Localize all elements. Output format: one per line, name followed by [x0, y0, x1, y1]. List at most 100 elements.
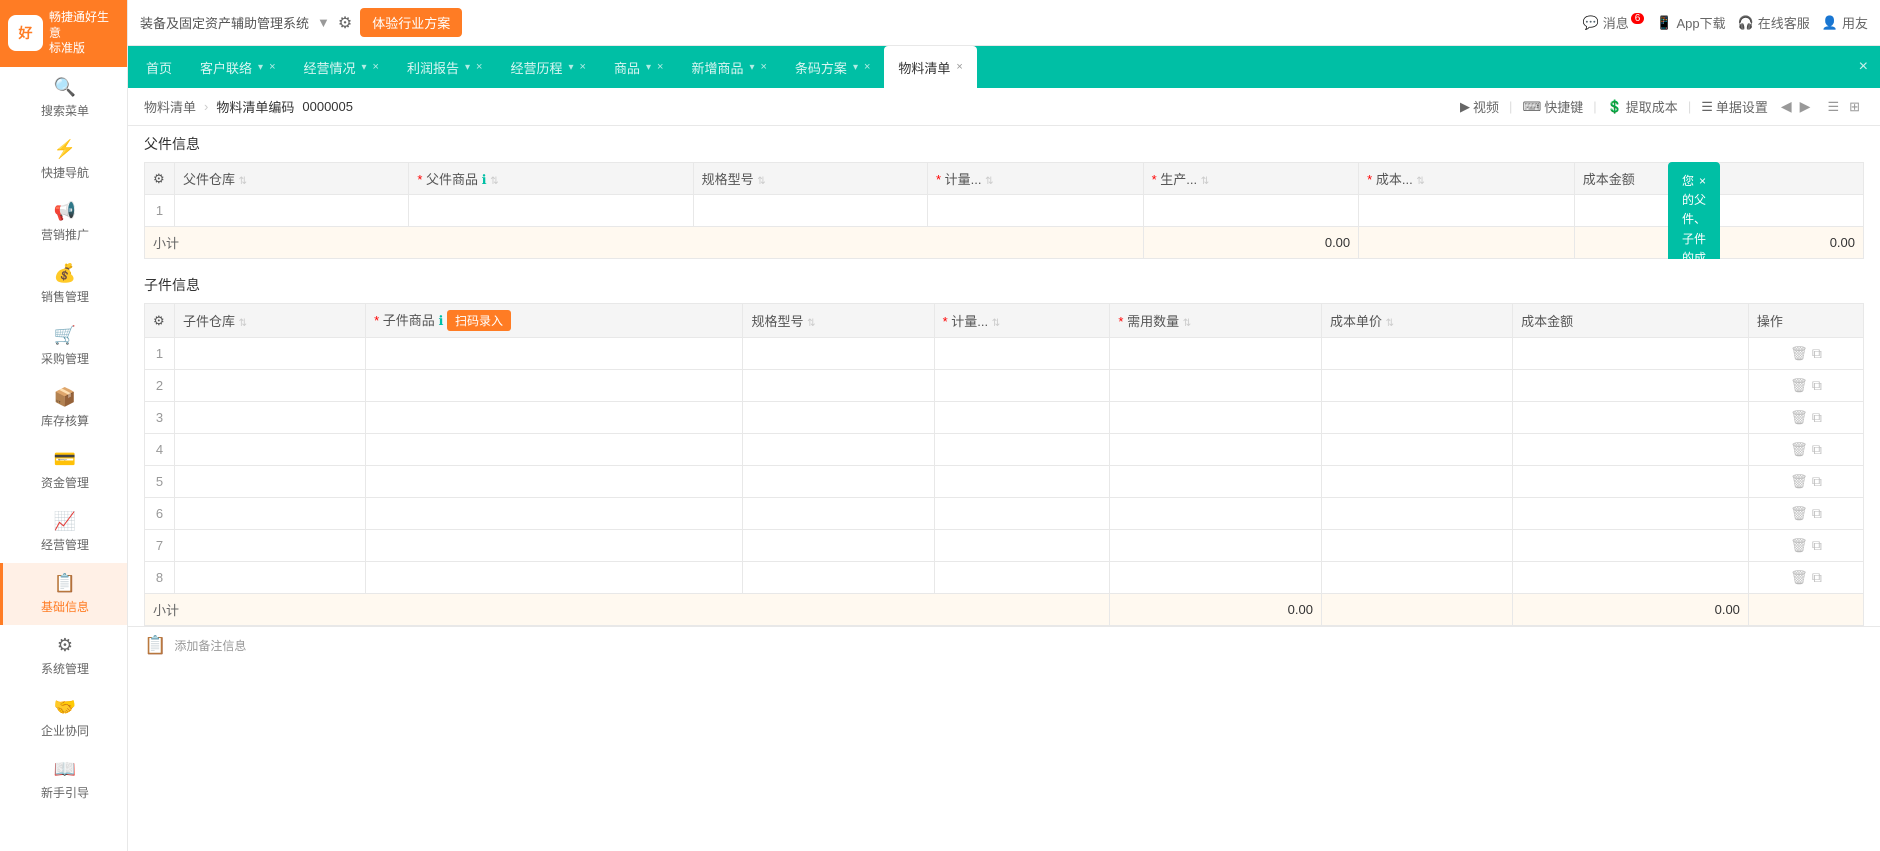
child-cost-amount-cell-2[interactable] — [1513, 370, 1749, 402]
child-subtotal-cost: 0.00 — [1513, 594, 1749, 626]
child-spec-cell-2[interactable] — [743, 370, 934, 402]
close-all-tabs-button[interactable]: × — [1851, 58, 1876, 76]
sidebar-item-purchase[interactable]: 🛒 采购管理 — [0, 315, 127, 377]
view-action[interactable]: ▶ 视频 — [1460, 97, 1499, 116]
copy-icon[interactable]: ⧉ — [1812, 345, 1822, 362]
tab-customer[interactable]: 客户联络 ▾ × — [186, 46, 289, 88]
copy-icon[interactable]: ⧉ — [1812, 377, 1822, 394]
tab-operation[interactable]: 经营情况 ▾ × — [290, 46, 393, 88]
sidebar-item-basic-info[interactable]: 📋 基础信息 — [0, 563, 127, 625]
delete-icon[interactable]: 🗑 — [1790, 441, 1808, 458]
single-setting-action[interactable]: ☰ 单据设置 — [1701, 97, 1768, 116]
sidebar-item-operation[interactable]: 📈 经营管理 — [0, 501, 127, 563]
app-download-button[interactable]: 📱 App下载 — [1656, 13, 1725, 32]
child-warehouse-cell-2[interactable] — [175, 370, 366, 402]
message-button[interactable]: 💬 消息 6 — [1583, 13, 1645, 32]
user-button[interactable]: 👤 用友 — [1822, 13, 1868, 32]
child-col-cost-unit: 成本单价 ⇅ — [1321, 304, 1512, 338]
sidebar-item-quick-nav[interactable]: ⚡ 快捷导航 — [0, 129, 127, 191]
parent-subtotal-unit: 0.00 — [1143, 227, 1359, 259]
child-spec-cell-1[interactable] — [743, 338, 934, 370]
sidebar-item-inventory[interactable]: 📦 库存核算 — [0, 377, 127, 439]
tooltip-close-button[interactable]: × — [1699, 172, 1706, 191]
sidebar-item-finance[interactable]: 💳 资金管理 — [0, 439, 127, 501]
content-area: 物料清单 › 物料清单编码 0000005 ▶ 视频 | ⌨ 快捷键 | 💲 提… — [128, 88, 1880, 851]
copy-icon[interactable]: ⧉ — [1812, 409, 1822, 426]
dropdown-icon: ▾ — [465, 62, 470, 73]
parent-spec-cell[interactable] — [693, 195, 927, 227]
parent-cost-cell[interactable] — [1359, 195, 1575, 227]
child-unit-cell-1[interactable] — [934, 338, 1110, 370]
child-qty-cell-1[interactable] — [1110, 338, 1322, 370]
tab-barcode[interactable]: 条码方案 ▾ × — [781, 46, 884, 88]
tab-new-goods[interactable]: 新增商品 ▾ × — [677, 46, 780, 88]
child-col-cost-amount: 成本金额 — [1513, 304, 1749, 338]
delete-icon[interactable]: 🗑 — [1790, 345, 1808, 362]
tab-goods[interactable]: 商品 ▾ × — [600, 46, 677, 88]
breadcrumb-bom[interactable]: 物料清单 — [144, 97, 196, 116]
sys-dropdown-icon[interactable]: ▼ — [317, 15, 330, 30]
parent-warehouse-cell[interactable] — [175, 195, 409, 227]
tab-bom[interactable]: 物料清单 × — [884, 46, 976, 88]
child-cost-unit-cell-2[interactable] — [1321, 370, 1512, 402]
sidebar-item-sales[interactable]: 💰 销售管理 — [0, 253, 127, 315]
delete-icon[interactable]: 🗑 — [1790, 473, 1808, 490]
online-service-button[interactable]: 🎧 在线客服 — [1738, 13, 1810, 32]
logo[interactable]: 好 畅捷通好生意 标准版 — [0, 0, 127, 67]
sidebar-item-enterprise[interactable]: 🤝 企业协同 — [0, 687, 127, 749]
child-col-settings[interactable]: ⚙ — [145, 304, 175, 338]
copy-icon[interactable]: ⧉ — [1812, 441, 1822, 458]
child-warehouse-cell-1[interactable] — [175, 338, 366, 370]
child-goods-cell-1[interactable] — [366, 338, 743, 370]
copy-icon[interactable]: ⧉ — [1812, 569, 1822, 586]
parent-unit-cell[interactable] — [927, 195, 1143, 227]
tab-profit[interactable]: 利润报告 ▾ × — [393, 46, 496, 88]
delete-icon[interactable]: 🗑 — [1790, 377, 1808, 394]
copy-icon[interactable]: ⧉ — [1812, 537, 1822, 554]
sidebar-item-marketing[interactable]: 📢 营销推广 — [0, 191, 127, 253]
dropdown-icon: ▾ — [258, 62, 263, 73]
child-qty-cell-2[interactable] — [1110, 370, 1322, 402]
goods-info-icon[interactable]: ℹ — [482, 172, 487, 187]
sidebar-item-guide[interactable]: 📖 新手引导 — [0, 749, 127, 811]
copy-icon[interactable]: ⧉ — [1812, 473, 1822, 490]
delete-icon[interactable]: 🗑 — [1790, 569, 1808, 586]
copy-icon[interactable]: ⧉ — [1812, 505, 1822, 522]
shortcut-action[interactable]: ⌨ 快捷键 — [1522, 97, 1583, 116]
delete-icon[interactable]: 🗑 — [1790, 537, 1808, 554]
parent-goods-cell[interactable] — [409, 195, 693, 227]
child-goods-info-icon[interactable]: ℹ — [438, 313, 443, 328]
delete-icon[interactable]: 🗑 — [1790, 505, 1808, 522]
close-icon[interactable]: × — [657, 61, 663, 73]
list-view-button[interactable]: ☰ — [1823, 97, 1843, 117]
child-cost-unit-cell-1[interactable] — [1321, 338, 1512, 370]
close-icon[interactable]: × — [760, 61, 766, 73]
parent-col-cost: * 成本... ⇅ — [1359, 163, 1575, 195]
scan-button[interactable]: 扫码录入 — [447, 310, 511, 331]
grid-view-button[interactable]: ⊞ — [1845, 97, 1864, 117]
close-icon[interactable]: × — [269, 61, 275, 73]
close-icon[interactable]: × — [580, 61, 586, 73]
child-goods-cell-2[interactable] — [366, 370, 743, 402]
parent-production-cell[interactable] — [1143, 195, 1359, 227]
close-icon[interactable]: × — [373, 61, 379, 73]
sidebar-item-system[interactable]: ⚙ 系统管理 — [0, 625, 127, 687]
tab-history[interactable]: 经营历程 ▾ × — [496, 46, 599, 88]
tab-home[interactable]: 首页 — [132, 46, 186, 88]
close-icon[interactable]: × — [476, 61, 482, 73]
child-unit-cell-2[interactable] — [934, 370, 1110, 402]
next-arrow-button[interactable]: ▶ — [1797, 96, 1814, 117]
child-cost-amount-cell-1[interactable] — [1513, 338, 1749, 370]
row-num: 1 — [145, 195, 175, 227]
delete-icon[interactable]: 🗑 — [1790, 409, 1808, 426]
sidebar-item-search[interactable]: 🔍 搜索菜单 — [0, 67, 127, 129]
close-icon[interactable]: × — [864, 61, 870, 73]
footer-text[interactable]: 添加备注信息 — [174, 637, 246, 654]
close-icon[interactable]: × — [956, 61, 962, 73]
child-col-spec: 规格型号 ⇅ — [743, 304, 934, 338]
prev-arrow-button[interactable]: ◀ — [1778, 96, 1795, 117]
extract-cost-action[interactable]: 💲 提取成本 — [1607, 97, 1678, 116]
parent-col-settings[interactable]: ⚙ — [145, 163, 175, 195]
gear-icon[interactable]: ⚙ — [338, 13, 352, 33]
try-button[interactable]: 体验行业方案 — [360, 8, 462, 37]
